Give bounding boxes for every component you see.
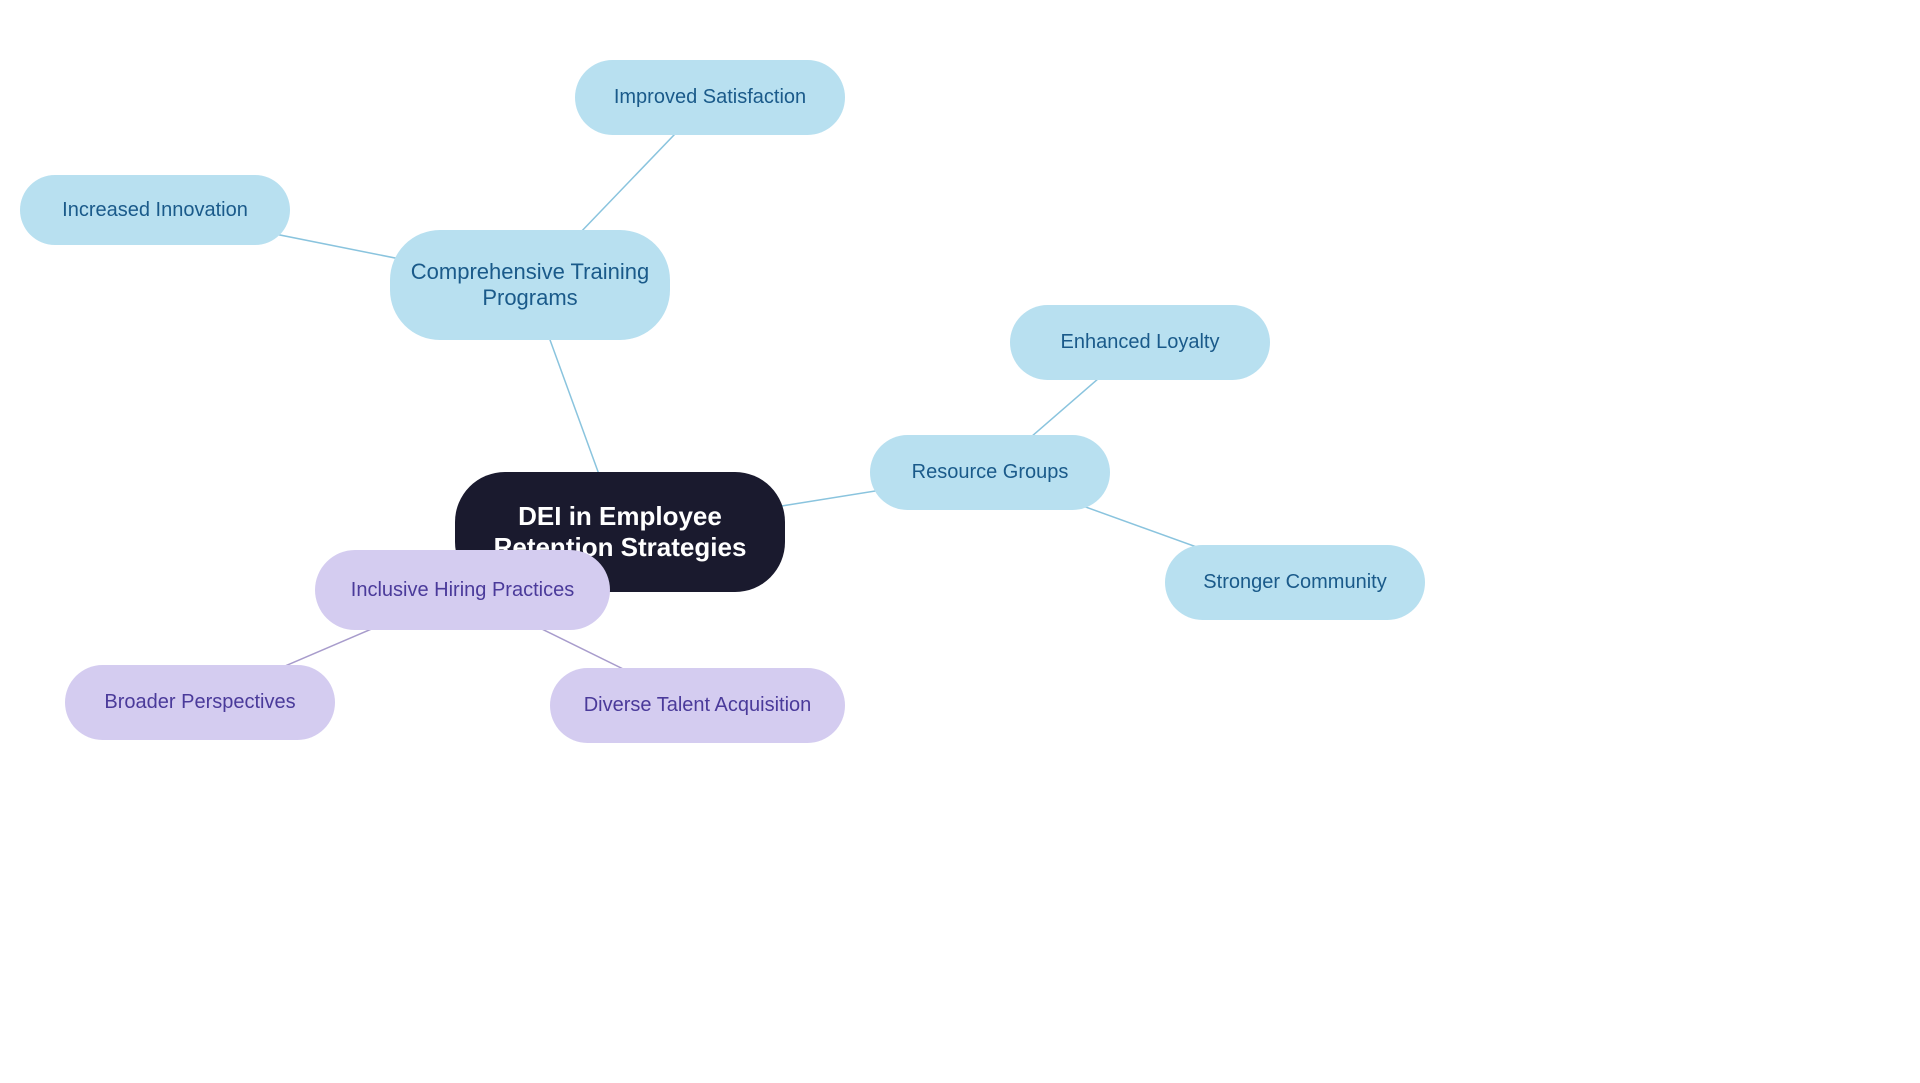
diverse-talent-label: Diverse Talent Acquisition	[584, 694, 812, 717]
increased-innovation-label: Increased Innovation	[62, 199, 248, 222]
inclusive-hiring-node: Inclusive Hiring Practices	[315, 550, 610, 630]
improved-satisfaction-label: Improved Satisfaction	[614, 86, 806, 109]
improved-satisfaction-node: Improved Satisfaction	[575, 60, 845, 135]
comprehensive-training-node: Comprehensive Training Programs	[390, 230, 670, 340]
comprehensive-training-label: Comprehensive Training Programs	[390, 259, 670, 311]
broader-perspectives-label: Broader Perspectives	[104, 691, 295, 714]
increased-innovation-node: Increased Innovation	[20, 175, 290, 245]
resource-groups-node: Resource Groups	[870, 435, 1110, 510]
inclusive-hiring-label: Inclusive Hiring Practices	[351, 579, 574, 602]
enhanced-loyalty-node: Enhanced Loyalty	[1010, 305, 1270, 380]
stronger-community-label: Stronger Community	[1203, 571, 1386, 594]
enhanced-loyalty-label: Enhanced Loyalty	[1060, 331, 1219, 354]
diverse-talent-node: Diverse Talent Acquisition	[550, 668, 845, 743]
stronger-community-node: Stronger Community	[1165, 545, 1425, 620]
resource-groups-label: Resource Groups	[912, 461, 1069, 484]
broader-perspectives-node: Broader Perspectives	[65, 665, 335, 740]
